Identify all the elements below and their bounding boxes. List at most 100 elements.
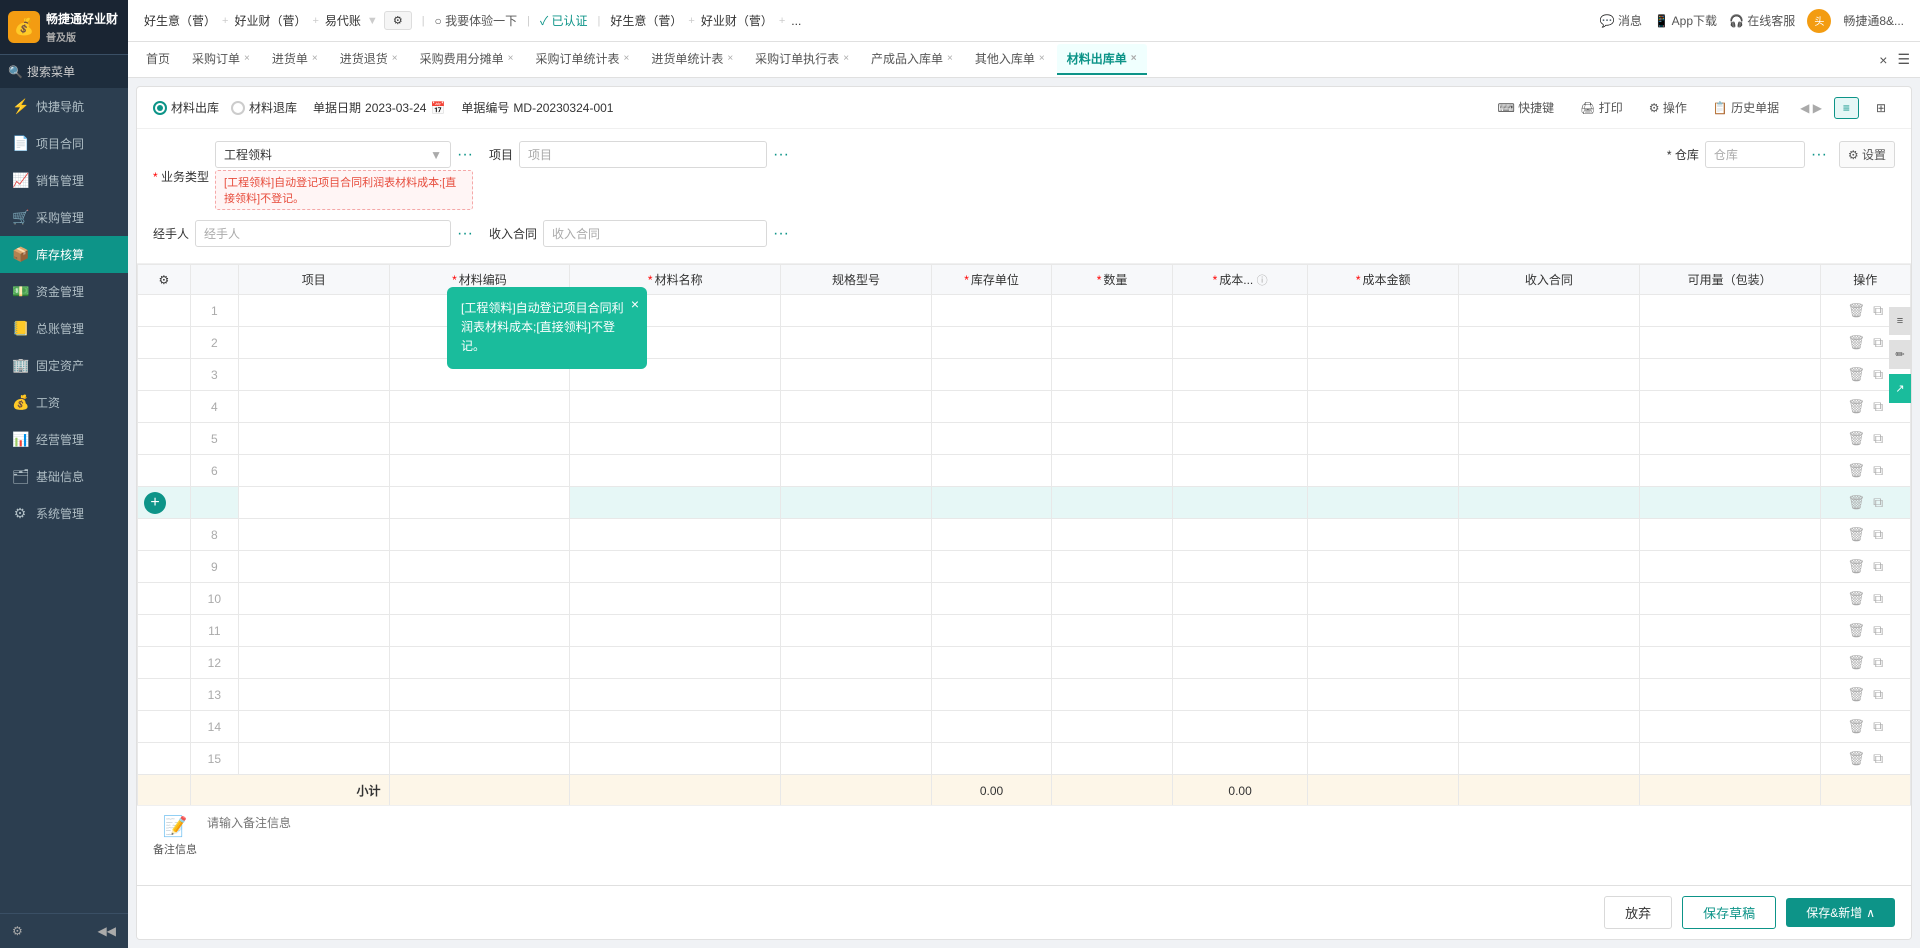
row-delete-btn[interactable]: 🗑 bbox=[1843, 460, 1869, 481]
topbar-link-3[interactable]: 易代账 bbox=[325, 12, 361, 29]
handler-input[interactable]: 经手人 bbox=[195, 220, 451, 247]
income-contract-more-btn[interactable]: ··· bbox=[773, 225, 789, 243]
tab-close-goods-stats[interactable]: × bbox=[727, 53, 733, 64]
right-btn-1[interactable]: ≡ bbox=[1889, 307, 1911, 335]
sidebar-item-payroll[interactable]: 💰 工资 bbox=[0, 384, 128, 421]
row-copy-btn[interactable]: ⧉ bbox=[1869, 524, 1887, 545]
trial-btn[interactable]: ○ 我要体验一下 bbox=[435, 12, 518, 29]
row-copy-btn[interactable]: ⧉ bbox=[1869, 300, 1887, 321]
warehouse-more-btn[interactable]: ··· bbox=[1811, 146, 1827, 164]
row-delete-btn[interactable]: 🗑 bbox=[1843, 748, 1869, 769]
row-copy-btn[interactable]: ⧉ bbox=[1869, 428, 1887, 449]
row-delete-btn[interactable]: 🗑 bbox=[1843, 396, 1869, 417]
user-avatar[interactable]: 头 bbox=[1807, 9, 1831, 33]
row-copy-btn[interactable]: ⧉ bbox=[1869, 652, 1887, 673]
th-gear[interactable]: ⚙ bbox=[138, 265, 191, 295]
biz-type-more-btn[interactable]: ··· bbox=[457, 146, 473, 164]
row-delete-btn[interactable]: 🗑 bbox=[1843, 300, 1869, 321]
topbar-link-1[interactable]: 好生意（菅） bbox=[144, 12, 216, 29]
sidebar-item-operations[interactable]: 📊 经营管理 bbox=[0, 421, 128, 458]
row-delete-btn[interactable]: 🗑 bbox=[1843, 492, 1869, 513]
tab-close-other-in[interactable]: × bbox=[1039, 53, 1045, 64]
row-delete-btn[interactable]: 🗑 bbox=[1843, 684, 1869, 705]
tab-purchase-stats[interactable]: 采购订单统计表× bbox=[525, 44, 639, 75]
row-copy-btn[interactable]: ⧉ bbox=[1869, 492, 1887, 513]
sidebar-settings-btn[interactable]: ⚙ bbox=[12, 924, 23, 938]
row-copy-btn[interactable]: ⧉ bbox=[1869, 460, 1887, 481]
add-row-btn[interactable]: + bbox=[144, 492, 166, 514]
row-delete-btn[interactable]: 🗑 bbox=[1843, 716, 1869, 737]
sidebar-item-base-info[interactable]: 🗂 基础信息 bbox=[0, 458, 128, 495]
verified-badge[interactable]: ✓ 已认证 bbox=[540, 12, 588, 29]
cost-info-icon[interactable]: ⓘ bbox=[1257, 275, 1268, 287]
sidebar-item-inventory[interactable]: 📦 库存核算 bbox=[0, 236, 128, 273]
row-copy-btn[interactable]: ⧉ bbox=[1869, 716, 1887, 737]
sidebar-item-sales[interactable]: 📈 销售管理 bbox=[0, 162, 128, 199]
tab-goods-in[interactable]: 进货单× bbox=[262, 44, 328, 75]
tab-other-in[interactable]: 其他入库单× bbox=[965, 44, 1055, 75]
app-download-btn[interactable]: 📱 App下载 bbox=[1654, 12, 1717, 29]
username[interactable]: 畅捷通8&... bbox=[1843, 12, 1904, 29]
tab-close-purchase-exec[interactable]: × bbox=[843, 53, 849, 64]
sidebar-item-purchase[interactable]: 🛒 采购管理 bbox=[0, 199, 128, 236]
handler-more-btn[interactable]: ··· bbox=[457, 225, 473, 243]
settings-btn[interactable]: ⚙ 设置 bbox=[1839, 141, 1895, 168]
row-delete-btn[interactable]: 🗑 bbox=[1843, 332, 1869, 353]
tab-purchase-order[interactable]: 采购订单× bbox=[182, 44, 260, 75]
row-copy-btn[interactable]: ⧉ bbox=[1869, 620, 1887, 641]
warehouse-input[interactable]: 仓库 bbox=[1705, 141, 1805, 168]
tab-material-out[interactable]: 材料出库单 × bbox=[1057, 44, 1147, 75]
row-copy-btn[interactable]: ⧉ bbox=[1869, 332, 1887, 353]
tab-close-purchase-expense[interactable]: × bbox=[508, 53, 514, 64]
income-contract-input[interactable]: 收入合同 bbox=[543, 220, 767, 247]
radio-material-out[interactable]: 材料出库 bbox=[153, 99, 219, 116]
tab-close-purchase-stats[interactable]: × bbox=[623, 53, 629, 64]
row-delete-btn[interactable]: 🗑 bbox=[1843, 588, 1869, 609]
sidebar-collapse-btn[interactable]: ◀◀ bbox=[98, 924, 116, 938]
right-btn-3[interactable]: ↗ bbox=[1889, 374, 1911, 403]
message-btn[interactable]: 💬 消息 bbox=[1600, 12, 1642, 29]
row-copy-btn[interactable]: ⧉ bbox=[1869, 684, 1887, 705]
discard-btn[interactable]: 放弃 bbox=[1604, 896, 1672, 929]
operations-btn[interactable]: ⚙ 操作 bbox=[1640, 95, 1696, 120]
settings-dropdown[interactable]: ⚙ bbox=[384, 11, 412, 30]
sidebar-item-system[interactable]: ⚙ 系统管理 bbox=[0, 495, 128, 532]
tab-finished-goods[interactable]: 产成品入库单× bbox=[861, 44, 963, 75]
tab-close-purchase-order[interactable]: × bbox=[244, 53, 250, 64]
row-delete-btn[interactable]: 🗑 bbox=[1843, 524, 1869, 545]
sidebar-item-fixed-assets[interactable]: 🏢 固定资产 bbox=[0, 347, 128, 384]
calendar-icon[interactable]: 📅 bbox=[430, 101, 445, 115]
row-copy-btn[interactable]: ⧉ bbox=[1869, 588, 1887, 609]
sidebar-search[interactable]: 🔍 搜索菜单 bbox=[0, 55, 128, 88]
history-btn[interactable]: 📋 历史单据 bbox=[1704, 95, 1788, 120]
tab-purchase-exec[interactable]: 采购订单执行表× bbox=[745, 44, 859, 75]
topbar-link-4[interactable]: 好生意（菅） bbox=[610, 12, 682, 29]
sidebar-item-quick-nav[interactable]: ⚡ 快捷导航 bbox=[0, 88, 128, 125]
tab-home[interactable]: 首页 bbox=[136, 44, 180, 75]
row-delete-btn[interactable]: 🗑 bbox=[1843, 556, 1869, 577]
topbar-link-2[interactable]: 好业财（菅） bbox=[234, 12, 306, 29]
shortcut-keys-btn[interactable]: ⌨ 快捷键 bbox=[1489, 95, 1564, 120]
topbar-link-5[interactable]: 好业财（菅） bbox=[701, 12, 773, 29]
list-view-btn[interactable]: ≡ bbox=[1834, 97, 1859, 119]
biz-type-input[interactable]: 工程领料 ▼ bbox=[215, 141, 451, 168]
sidebar-item-ledger[interactable]: 📒 总账管理 bbox=[0, 310, 128, 347]
notes-input[interactable] bbox=[207, 814, 1895, 842]
row-copy-btn[interactable]: ⧉ bbox=[1869, 556, 1887, 577]
row-delete-btn[interactable]: 🗑 bbox=[1843, 364, 1869, 385]
project-input[interactable]: 项目 bbox=[519, 141, 767, 168]
topbar-more[interactable]: ... bbox=[791, 14, 801, 28]
tooltip-close-btn[interactable]: × bbox=[631, 293, 639, 315]
tab-close-finished-goods[interactable]: × bbox=[947, 53, 953, 64]
row-delete-btn[interactable]: 🗑 bbox=[1843, 652, 1869, 673]
radio-material-return[interactable]: 材料退库 bbox=[231, 99, 297, 116]
project-more-btn[interactable]: ··· bbox=[773, 146, 789, 164]
online-service-btn[interactable]: 🎧 在线客服 bbox=[1729, 12, 1795, 29]
save-new-btn[interactable]: 保存&新增 ∧ bbox=[1786, 898, 1895, 927]
tab-goods-stats[interactable]: 进货单统计表× bbox=[641, 44, 743, 75]
tab-purchase-expense[interactable]: 采购费用分摊单× bbox=[410, 44, 524, 75]
right-btn-2[interactable]: ✏ bbox=[1889, 340, 1911, 369]
tab-close-all-btn[interactable]: × bbox=[1877, 50, 1889, 70]
save-draft-btn[interactable]: 保存草稿 bbox=[1682, 896, 1776, 929]
row-copy-btn[interactable]: ⧉ bbox=[1869, 396, 1887, 417]
